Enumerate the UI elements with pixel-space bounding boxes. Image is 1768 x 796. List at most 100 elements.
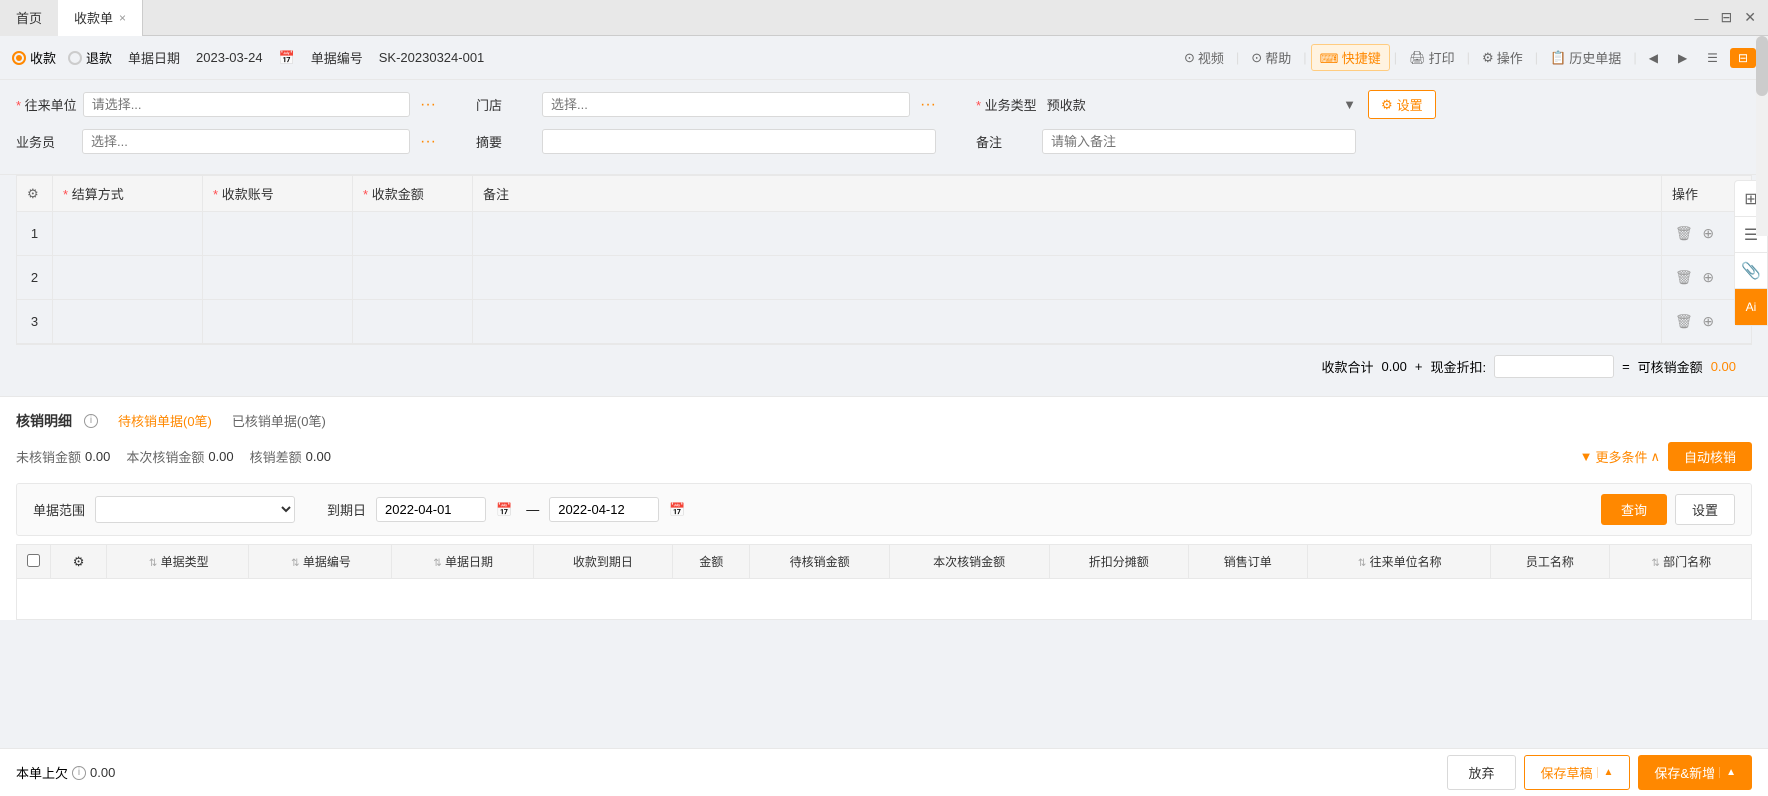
summary-row: 收款合计 0.00 + 现金折扣: = 可核销金额 0.00 [16, 344, 1752, 388]
radio-refund-dot [68, 51, 82, 65]
save-draft-arrow-icon[interactable]: ▲ [1597, 767, 1614, 778]
total-label: 收款合计 [1322, 357, 1374, 376]
th-doc-no: ⇅ 单据编号 [249, 545, 391, 579]
available-label: 可核销金额 [1638, 357, 1703, 376]
business-type-dropdown-icon[interactable]: ▼ [1343, 97, 1356, 112]
th-settings[interactable]: ⚙ [17, 176, 53, 212]
row-3-delete-btn[interactable]: 🗑 [1675, 313, 1693, 330]
save-new-btn[interactable]: 保存&新增 ▲ [1638, 755, 1752, 790]
row-2-copy-btn[interactable]: ⊕ [1702, 269, 1714, 286]
row-2-settle[interactable] [53, 256, 203, 300]
select-all-checkbox[interactable] [27, 554, 40, 567]
shop-more-icon[interactable]: ··· [920, 96, 936, 114]
th-employee-name: 员工名称 [1491, 545, 1610, 579]
top-toolbar: 收款 退款 单据日期 2023-03-24 📅 单据编号 SK-20230324… [0, 36, 1768, 80]
print-btn[interactable]: 🖨 打印 [1401, 45, 1463, 70]
salesperson-field: 业务员 ··· [16, 129, 436, 154]
note-label: 备注 [976, 132, 1036, 151]
unverified-amount-label: 未核销金额 [16, 447, 81, 466]
filter-setting-btn[interactable]: 设置 [1675, 494, 1735, 525]
plus-sign: + [1415, 359, 1423, 374]
calendar-icon[interactable]: 📅 [279, 50, 295, 66]
save-draft-btn[interactable]: 保存草稿 ▲ [1524, 755, 1631, 790]
date-start-calendar-icon[interactable]: 📅 [496, 502, 512, 518]
date-end-input[interactable] [549, 497, 659, 522]
salesperson-more-icon[interactable]: ··· [420, 133, 436, 151]
filter-icon: ▼ [1580, 449, 1593, 464]
note-input[interactable] [1042, 129, 1356, 154]
th-settings2[interactable]: ⚙ [51, 545, 107, 579]
counterpart-input[interactable] [83, 92, 410, 117]
hexiao-table-header: ⚙ ⇅ 单据类型 ⇅ 单据编号 ⇅ 单据日期 收款到期日 金额 待核销金额 本次… [17, 545, 1752, 579]
row-2-account[interactable] [203, 256, 353, 300]
list-view-btn[interactable]: ☰ [1699, 48, 1726, 68]
query-btn[interactable]: 查询 [1601, 494, 1667, 525]
radio-receipt[interactable]: 收款 [12, 48, 56, 67]
row-1-copy-btn[interactable]: ⊕ [1702, 225, 1714, 242]
next-btn[interactable]: ▶ [1670, 48, 1695, 68]
row-1-amount[interactable] [353, 212, 473, 256]
date-end-calendar-icon[interactable]: 📅 [669, 502, 685, 518]
video-btn[interactable]: ⊙ 视频 [1176, 45, 1232, 70]
tab-bar-right: — ⊟ ✕ [1691, 7, 1768, 28]
single-no-value: SK-20230324-001 [379, 50, 485, 65]
row-2-delete-btn[interactable]: 🗑 [1675, 269, 1693, 286]
radio-refund[interactable]: 退款 [68, 48, 112, 67]
tab-receipt[interactable]: 收款单 × [58, 0, 143, 36]
hexiao-header: 核销明细 i 待核销单据(0笔) 已核销单据(0笔) [16, 409, 1752, 432]
salesperson-input[interactable] [82, 129, 410, 154]
table-settings-icon[interactable]: ⚙ [27, 186, 39, 201]
summary-input[interactable] [542, 129, 936, 154]
prev-btn[interactable]: ◀ [1641, 48, 1666, 68]
th-note: 备注 [473, 176, 1662, 212]
range-select[interactable] [95, 496, 295, 523]
date-start-input[interactable] [376, 497, 486, 522]
right-tool-active-btn[interactable]: Ai [1735, 289, 1767, 325]
hexiao-info-icon[interactable]: i [84, 414, 98, 428]
row-1-settle[interactable] [53, 212, 203, 256]
shortcut-btn[interactable]: ⌨ 快捷键 [1311, 44, 1390, 71]
window-close-icon[interactable]: ✕ [1740, 7, 1760, 28]
row-2-note[interactable] [473, 256, 1662, 300]
scrollbar-thumb[interactable] [1756, 36, 1768, 96]
form-view-btn[interactable]: ⊟ [1730, 48, 1756, 68]
operation-label: 操作 [1497, 48, 1523, 67]
row-1-note[interactable] [473, 212, 1662, 256]
more-conditions-btn[interactable]: ▼ 更多条件 ∧ [1580, 447, 1660, 466]
discount-input[interactable] [1494, 355, 1614, 378]
history-btn[interactable]: 📋 历史单据 [1542, 45, 1629, 70]
hexiao-section: 核销明细 i 待核销单据(0笔) 已核销单据(0笔) 未核销金额 0.00 本次… [0, 396, 1768, 620]
scrollbar-track[interactable] [1756, 36, 1768, 236]
row-3-note[interactable] [473, 300, 1662, 344]
auto-hexiao-btn[interactable]: 自动核销 [1668, 442, 1752, 471]
tab-close-icon[interactable]: × [119, 11, 126, 25]
filter-right: 查询 设置 [1601, 494, 1735, 525]
tab-home[interactable]: 首页 [0, 0, 58, 36]
table-row: 2 🗑 ⊕ [17, 256, 1752, 300]
minimize-icon[interactable]: — [1691, 8, 1713, 28]
pending-tab[interactable]: 待核销单据(0笔) [110, 409, 220, 432]
row-3-amount[interactable] [353, 300, 473, 344]
sep1: | [1236, 50, 1239, 65]
row-3-copy-btn[interactable]: ⊕ [1702, 313, 1714, 330]
maximize-icon[interactable]: ⊟ [1717, 7, 1737, 28]
abandon-btn[interactable]: 放弃 [1447, 755, 1515, 790]
row-3-settle[interactable] [53, 300, 203, 344]
row-1-account[interactable] [203, 212, 353, 256]
row-2-amount[interactable] [353, 256, 473, 300]
help-btn[interactable]: ⊙ 帮助 [1243, 45, 1299, 70]
counterpart-more-icon[interactable]: ··· [420, 96, 436, 114]
help-label: 帮助 [1265, 48, 1291, 67]
right-tool-attach-btn[interactable]: 📎 [1735, 253, 1767, 289]
save-new-arrow-icon[interactable]: ▲ [1719, 767, 1736, 778]
row-3-account[interactable] [203, 300, 353, 344]
done-tab[interactable]: 已核销单据(0笔) [232, 411, 326, 430]
operation-btn[interactable]: ⚙ 操作 [1474, 45, 1531, 70]
hexiao-title: 核销明细 [16, 411, 72, 431]
available-value: 0.00 [1711, 359, 1736, 374]
stat-info-icon[interactable]: i [72, 766, 86, 780]
shop-input[interactable] [542, 92, 910, 117]
video-icon: ⊙ [1184, 50, 1195, 66]
settings-btn[interactable]: ⚙ 设置 [1368, 90, 1436, 119]
row-1-delete-btn[interactable]: 🗑 [1675, 225, 1693, 242]
